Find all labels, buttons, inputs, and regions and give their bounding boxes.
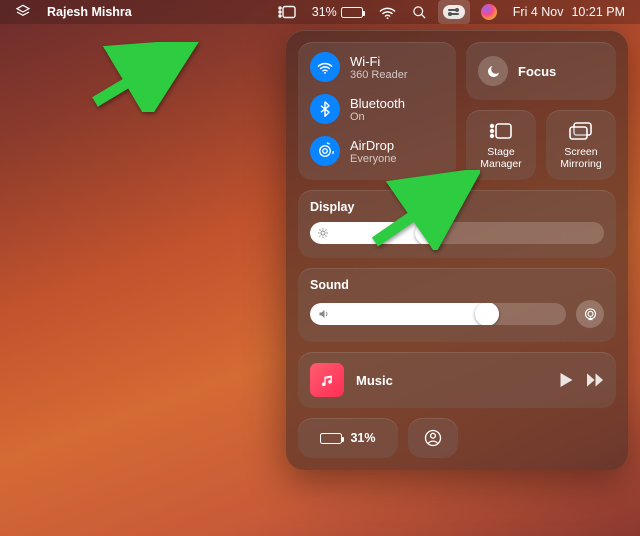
connectivity-tile: Wi-Fi360 Reader BluetoothOn AirDropEvery… [298,42,456,180]
wifi-icon [310,52,340,82]
sound-tile: Sound [298,268,616,342]
stage-manager-menubar-icon[interactable] [273,0,301,24]
airdrop-title: AirDrop [350,138,396,153]
next-track-icon[interactable] [587,373,604,387]
spotlight-search-icon[interactable] [407,0,432,24]
screen-mirroring-tile[interactable]: ScreenMirroring [546,110,616,180]
music-title: Music [356,373,393,388]
control-center-panel: Wi-Fi360 Reader BluetoothOn AirDropEvery… [286,30,628,470]
app-name[interactable]: Rajesh Mishra [42,0,137,24]
battery-pill-text: 31% [350,431,375,445]
user-pill[interactable] [408,418,458,458]
display-tile: Display [298,190,616,258]
focus-label: Focus [518,64,556,79]
sound-label: Sound [310,278,604,292]
battery-percent-text: 31% [312,5,337,19]
bluetooth-subtitle: On [350,111,405,123]
airdrop-subtitle: Everyone [350,153,396,165]
display-label: Display [310,200,604,214]
bluetooth-icon [310,94,340,124]
speaker-icon [317,308,330,320]
siri-icon[interactable] [476,0,502,24]
battery-status[interactable]: 31% [307,0,368,24]
focus-tile[interactable]: Focus [466,42,616,100]
stage-manager-icon [489,120,513,142]
wifi-subtitle: 360 Reader [350,69,408,81]
control-center-menubar-icon[interactable] [438,0,470,24]
wifi-menubar-icon[interactable] [374,0,401,24]
menu-bar: Rajesh Mishra 31% Fri 4 Nov 10:21 PM [0,0,640,24]
wifi-title: Wi-Fi [350,54,408,69]
play-icon[interactable] [560,373,573,387]
clock[interactable]: Fri 4 Nov 10:21 PM [508,0,630,24]
wifi-toggle[interactable]: Wi-Fi360 Reader [310,52,444,82]
screen-mirroring-icon [569,120,593,142]
bluetooth-toggle[interactable]: BluetoothOn [310,94,444,124]
bluetooth-title: Bluetooth [350,96,405,111]
moon-icon [478,56,508,86]
menubar-date: Fri 4 Nov [513,5,564,19]
app-icon[interactable] [10,0,36,24]
airplay-audio-icon[interactable] [576,300,604,328]
sound-slider[interactable] [310,303,566,325]
battery-pill[interactable]: 31% [298,418,398,458]
screen-mirroring-label: ScreenMirroring [560,146,601,170]
stage-manager-label: StageManager [480,146,521,170]
battery-icon [320,433,342,444]
brightness-icon [317,227,329,239]
battery-icon [341,7,363,18]
stage-manager-tile[interactable]: StageManager [466,110,536,180]
music-tile[interactable]: Music [298,352,616,408]
annotation-arrow [90,42,200,112]
music-app-icon [310,363,344,397]
airdrop-icon [310,136,340,166]
display-slider[interactable] [310,222,604,244]
user-icon [424,429,442,447]
airdrop-toggle[interactable]: AirDropEveryone [310,136,444,166]
menubar-time: 10:21 PM [571,5,625,19]
